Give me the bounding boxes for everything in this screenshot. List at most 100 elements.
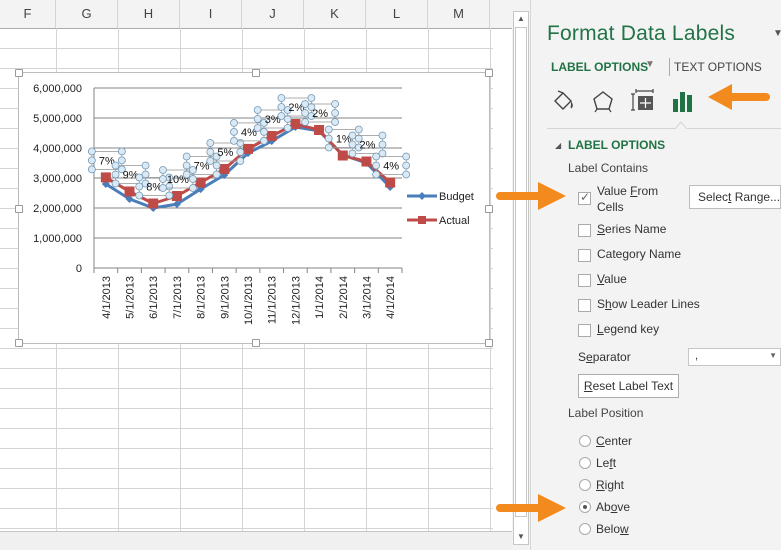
label-selection-handle [277, 103, 286, 111]
row-gridline [0, 528, 493, 529]
effects-icon[interactable] [590, 88, 616, 114]
fill-line-icon[interactable] [551, 88, 577, 114]
label-selection-handle [117, 156, 126, 165]
radio-button[interactable] [579, 523, 591, 535]
tab-label-options[interactable]: LABEL OPTIONS [551, 60, 648, 74]
scroll-thumb[interactable] [515, 27, 527, 517]
checkbox-label: Series Name [597, 222, 667, 236]
label-selection-handle [402, 170, 411, 179]
x-tick-label: 6/1/2013 [148, 276, 160, 319]
x-tick-label: 1/1/2014 [314, 276, 326, 319]
radio-button[interactable] [579, 479, 591, 491]
column-header-j[interactable]: J [242, 0, 304, 28]
chevron-down-icon[interactable]: ▼ [769, 351, 777, 360]
column-header-g[interactable]: G [56, 0, 118, 28]
resize-handle-top-right[interactable] [485, 69, 493, 77]
pane-divider [547, 128, 781, 129]
pane-splitter[interactable] [530, 0, 537, 550]
label-selection-handle [87, 165, 96, 174]
resize-handle-top-left[interactable] [15, 69, 23, 77]
row-gridline [0, 428, 493, 429]
label-selection-handle [230, 128, 238, 136]
worksheet[interactable]: F G H I J K L M 0 1,000,000 2,000,000 3,000… [0, 0, 512, 550]
column-header-i[interactable]: I [180, 0, 242, 28]
pane-options-dropdown-icon[interactable]: ▼ [773, 28, 781, 39]
label-selection-handle [206, 139, 215, 147]
reset-label-text-button[interactable]: Reset Label Text [578, 374, 679, 398]
checkmark-icon: ✓ [580, 190, 591, 204]
separator-label: Separator [578, 350, 631, 364]
resize-handle-top[interactable] [252, 69, 260, 77]
data-point-actual [124, 186, 135, 197]
row-gridline [0, 368, 493, 369]
data-label: 4% [383, 161, 399, 173]
label-selection-handle [111, 170, 120, 179]
chevron-down-icon[interactable]: ▼ [645, 59, 655, 70]
row-gridline [0, 448, 493, 449]
resize-handle-right[interactable] [485, 205, 493, 213]
resize-handle-bottom-left[interactable] [15, 339, 23, 347]
section-title-label-options[interactable]: LABEL OPTIONS [568, 138, 665, 152]
radio-button[interactable] [579, 457, 591, 469]
separator-dropdown[interactable]: , ▼ [688, 348, 781, 366]
chart-area[interactable]: 0 1,000,000 2,000,000 3,000,000 4,000,000 5,0… [15, 69, 493, 347]
label-selection-handle [331, 118, 339, 126]
column-header-bar: F G H I J K L M [0, 0, 512, 29]
label-selection-handle [165, 191, 174, 200]
y-tick-label: 5,000,000 [33, 113, 82, 125]
label-selection-handle [402, 161, 411, 170]
line-chart[interactable]: 0 1,000,000 2,000,000 3,000,000 4,000,000 5,0… [19, 73, 491, 345]
legend-label-actual: Actual [439, 215, 470, 227]
checkbox-box[interactable] [578, 224, 591, 237]
collapse-triangle-icon[interactable]: ◢ [555, 141, 561, 150]
scroll-down-button[interactable]: ▼ [514, 530, 528, 544]
label-selection-handle [324, 125, 333, 134]
tab-text-options[interactable]: TEXT OPTIONS [674, 60, 762, 74]
row-gridline [0, 68, 493, 69]
checkbox-box[interactable] [578, 274, 591, 287]
data-point-actual [195, 177, 206, 188]
label-options-icon[interactable] [670, 88, 696, 114]
column-header-l[interactable]: L [366, 0, 428, 28]
radio-button[interactable] [579, 501, 591, 513]
resize-handle-bottom-right[interactable] [485, 339, 493, 347]
radio-button[interactable] [579, 435, 591, 447]
legend-marker-budget [418, 192, 426, 200]
data-label: 2% [360, 140, 376, 152]
data-point-actual [290, 119, 301, 129]
annotation-arrow-value-from-cells [496, 182, 566, 210]
data-point-actual [148, 198, 159, 209]
label-selection-handle [189, 175, 197, 183]
x-tick-label: 7/1/2013 [172, 276, 184, 319]
checkbox-box[interactable] [578, 299, 591, 312]
radio-label: Right [596, 478, 625, 492]
active-tab-caret [675, 121, 687, 129]
row-gridline [0, 488, 493, 489]
label-selection-handle [117, 147, 126, 156]
checkbox-box[interactable] [578, 249, 591, 262]
checkbox-box[interactable]: ✓ [578, 190, 591, 205]
label-selection-handle [159, 175, 167, 183]
label-selection-handle [301, 100, 309, 108]
x-tick-label: 9/1/2013 [219, 276, 231, 319]
label-selection-handle [301, 109, 309, 117]
label-selection-handle [277, 94, 286, 102]
x-tick-label: 3/1/2014 [361, 276, 373, 319]
vertical-scrollbar[interactable]: ▲ ▼ [513, 11, 529, 545]
checkbox-box[interactable] [578, 324, 591, 337]
size-properties-icon[interactable] [630, 88, 656, 114]
column-header-f[interactable]: F [0, 0, 56, 28]
label-selection-handle [236, 157, 245, 165]
column-header-h[interactable]: H [118, 0, 180, 28]
column-header-m[interactable]: M [428, 0, 490, 28]
label-selection-handle [159, 184, 167, 192]
resize-handle-left[interactable] [15, 205, 23, 213]
scroll-up-button[interactable]: ▲ [514, 12, 528, 26]
label-selection-handle [253, 106, 262, 114]
label-selection-handle [141, 161, 150, 170]
radio-selected-dot [583, 505, 587, 509]
select-range-button[interactable]: Select Range... [689, 185, 781, 209]
column-header-k[interactable]: K [304, 0, 366, 28]
checkbox-label: Value From Cells [597, 184, 659, 214]
resize-handle-bottom[interactable] [252, 339, 260, 347]
